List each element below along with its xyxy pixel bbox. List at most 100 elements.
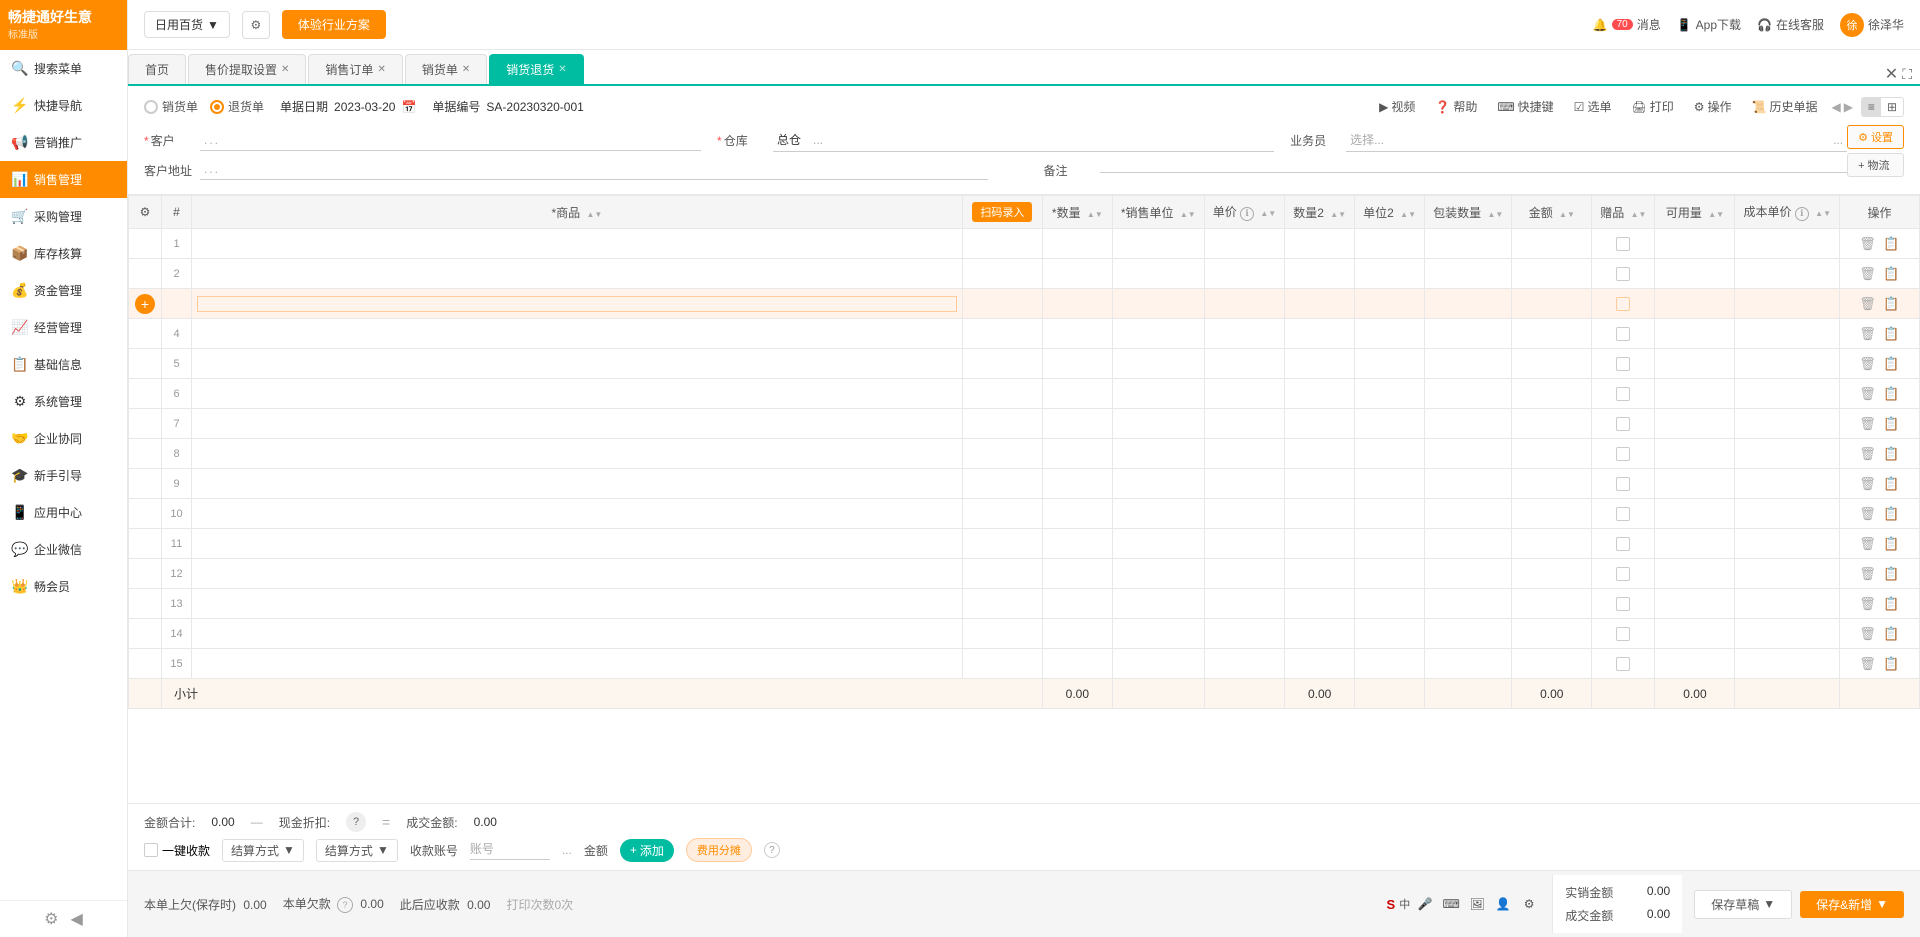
delete-row-icon[interactable]: 🗑 [1858,414,1878,434]
settings2-icon[interactable]: ⚙ [1518,893,1540,915]
tab-sales-invoice[interactable]: 销货单 ✕ [405,54,487,84]
sidebar-item-wechat[interactable]: 💬 企业微信 [0,531,127,568]
close-icon[interactable]: ✕ [462,64,470,75]
unit2-cell[interactable] [1355,229,1425,259]
sort-icon[interactable]: ▲▼ [1559,210,1575,219]
sidebar-item-finance[interactable]: 💰 资金管理 [0,272,127,309]
table-container[interactable]: ⚙ # *商品 ▲▼ 扫码录入 *数量 [128,195,1920,803]
col-gear[interactable]: ⚙ [129,196,162,229]
maximize-tab-button[interactable]: ⛶ [1902,66,1912,83]
settings-btn[interactable]: ⚙ 设置 [1847,125,1904,149]
notification-button[interactable]: 🔔 70 消息 [1593,16,1661,33]
split-help-button[interactable]: ? [764,842,780,858]
avail-cell[interactable] [1655,229,1735,259]
info-icon[interactable]: ℹ [1240,207,1254,221]
close-tab-button[interactable]: ✕ [1885,64,1898,84]
copy-row-icon[interactable]: 📋 [1882,594,1902,614]
customer-input[interactable]: ... [200,131,701,151]
note-input[interactable] [1100,167,1848,173]
sort-icon[interactable]: ▲▼ [1487,210,1503,219]
copy-row-icon[interactable]: 📋 [1882,354,1902,374]
help-button[interactable]: ❓ 帮助 [1429,96,1483,117]
return-invoice-radio[interactable]: 退货单 [210,98,264,115]
delete-row-icon[interactable]: 🗑 [1858,534,1878,554]
sort-icon[interactable]: ▲▼ [1631,210,1647,219]
logistics-btn[interactable]: + 物流 [1847,153,1904,177]
close-icon[interactable]: ✕ [281,64,289,75]
account-input[interactable]: 账号 [470,840,550,860]
sidebar-item-marketing[interactable]: 📢 营销推广 [0,124,127,161]
qty-cell[interactable] [1042,229,1112,259]
add-button[interactable]: + 添加 [620,839,674,862]
save-draft-button[interactable]: 保存草稿 ▼ [1694,890,1792,919]
select-button[interactable]: ☑ 选单 [1568,96,1618,117]
sidebar-item-basic[interactable]: 📋 基础信息 [0,346,127,383]
experience-button[interactable]: 体验行业方案 [282,10,386,39]
delete-row-icon[interactable]: 🗑 [1858,324,1878,344]
calendar-icon[interactable]: 📅 [401,100,416,114]
person-icon[interactable]: 👤 [1492,893,1514,915]
sidebar-item-system[interactable]: ⚙ 系统管理 [0,383,127,420]
sort-icon[interactable]: ▲▼ [587,210,603,219]
copy-row-icon[interactable]: 📋 [1882,504,1902,524]
settings-button[interactable]: ⚙ [242,11,270,39]
video-button[interactable]: ▶ 视频 [1373,96,1421,117]
industry-dropdown[interactable]: 日用百货 ▼ [144,11,230,38]
save-new-button[interactable]: 保存&新增 ▼ [1800,891,1904,918]
tab-sales-return[interactable]: 销货退货 ✕ [489,54,583,84]
prev-record-icon[interactable]: ◀ [1831,100,1840,114]
app-download-button[interactable]: 📱 App下载 [1677,16,1741,33]
summary-method-dropdown[interactable]: 结算方式 ▼ [316,839,398,862]
copy-row-icon[interactable]: 📋 [1882,264,1902,284]
salesperson-input[interactable]: 选择... ... [1346,129,1847,152]
sidebar-item-quick-nav[interactable]: ⚡ 快捷导航 [0,87,127,124]
amount-cell[interactable] [1512,229,1592,259]
product-cell[interactable] [192,229,963,259]
img-icon[interactable]: 🖼 [1466,893,1488,915]
sort-icon[interactable]: ▲▼ [1708,210,1724,219]
warehouse-input[interactable]: 总仓 ... [773,129,1274,152]
product-input[interactable] [198,297,956,311]
add-row-button[interactable]: + [135,294,155,314]
user-profile[interactable]: 徐 徐泽华 [1840,13,1904,37]
close-icon[interactable]: ✕ [558,64,566,75]
keyboard-icon[interactable]: ⌨ [1440,893,1462,915]
sidebar-item-sales[interactable]: 📊 销售管理 [0,161,127,198]
delete-row-icon[interactable]: 🗑 [1858,564,1878,584]
pkg-qty-cell[interactable] [1425,229,1512,259]
delete-row-icon[interactable]: 🗑 [1858,384,1878,404]
sidebar-item-member[interactable]: 👑 畅会员 [0,568,127,605]
delete-row-icon[interactable]: 🗑 [1858,294,1878,314]
debt-help-icon[interactable]: ? [337,897,353,913]
delete-row-icon[interactable]: 🗑 [1858,594,1878,614]
tab-price-extract[interactable]: 售价提取设置 ✕ [188,54,306,84]
copy-row-icon[interactable]: 📋 [1882,654,1902,674]
sidebar-item-search[interactable]: 🔍 搜索菜单 [0,50,127,87]
sort-icon[interactable]: ▲▼ [1260,209,1276,218]
tab-home[interactable]: 首页 [128,54,186,84]
online-service-button[interactable]: 🎧 在线客服 [1757,16,1824,33]
close-icon[interactable]: ✕ [377,64,385,75]
copy-row-icon[interactable]: 📋 [1882,624,1902,644]
delete-row-icon[interactable]: 🗑 [1858,354,1878,374]
shortcut-button[interactable]: ⌨ 快捷键 [1491,96,1559,117]
mic-icon[interactable]: 🎤 [1414,893,1436,915]
address-input[interactable]: ... [200,160,988,180]
list-view-btn[interactable]: ⊞ [1881,98,1903,116]
grid-view-btn[interactable]: ≡ [1862,98,1881,116]
sidebar-item-guide[interactable]: 🎓 新手引导 [0,457,127,494]
sidebar-item-apps[interactable]: 📱 应用中心 [0,494,127,531]
copy-row-icon[interactable]: 📋 [1882,234,1902,254]
delete-row-icon[interactable]: 🗑 [1858,264,1878,284]
delete-row-icon[interactable]: 🗑 [1858,234,1878,254]
tab-sales-order[interactable]: 销售订单 ✕ [308,54,402,84]
copy-row-icon[interactable]: 📋 [1882,444,1902,464]
sidebar-item-inventory[interactable]: 📦 库存核算 [0,235,127,272]
qty2-cell[interactable] [1285,229,1355,259]
cost-cell[interactable] [1735,229,1840,259]
sort-icon[interactable]: ▲▼ [1087,210,1103,219]
scan-button[interactable]: 扫码录入 [972,202,1032,222]
copy-row-icon[interactable]: 📋 [1882,564,1902,584]
copy-row-icon[interactable]: 📋 [1882,294,1902,314]
sidebar-item-purchase[interactable]: 🛒 采购管理 [0,198,127,235]
